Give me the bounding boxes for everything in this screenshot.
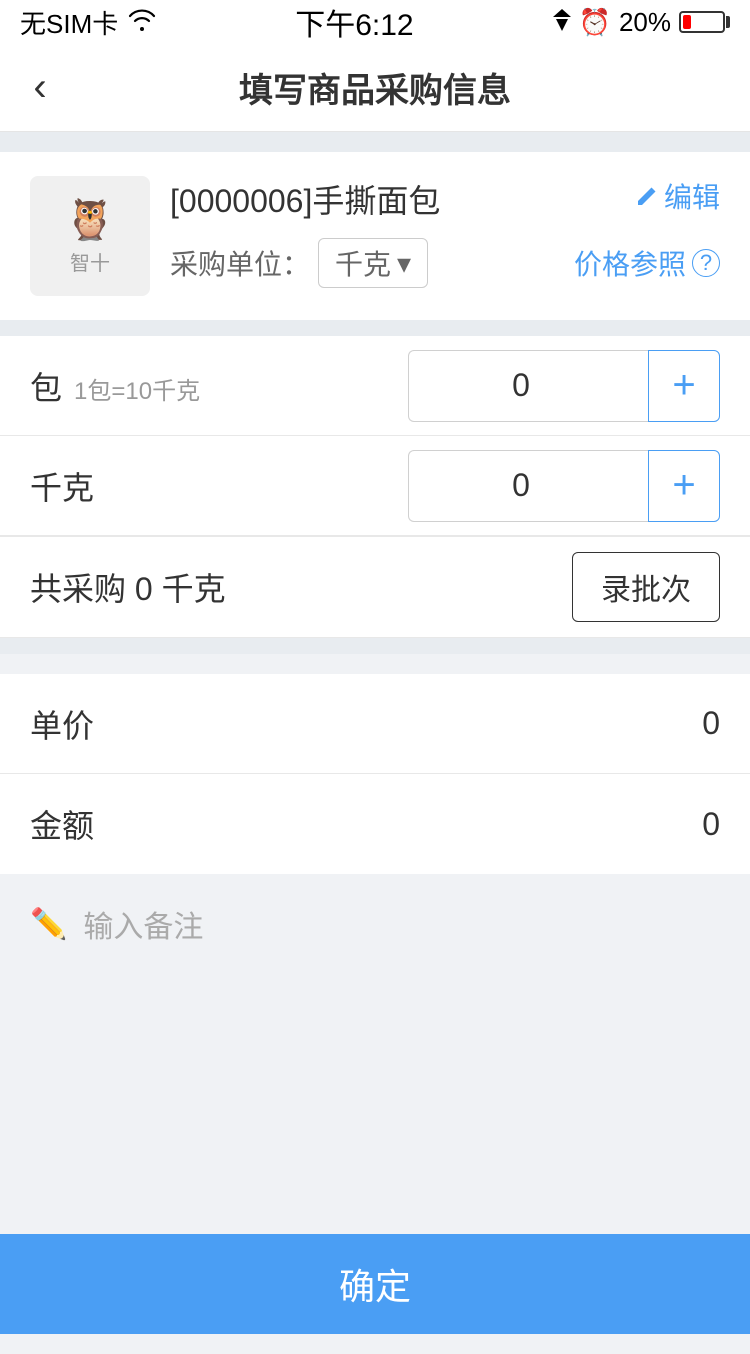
product-thumbnail: 🦉 智十	[30, 176, 150, 296]
content-spacer	[0, 974, 750, 1254]
chevron-down-icon: ▾	[397, 247, 411, 280]
quantity-section: 包 1包=10千克 + 千克 +	[0, 336, 750, 536]
nav-bar: ‹ 填写商品采购信息	[0, 44, 750, 132]
battery-icon	[679, 11, 730, 33]
record-batch-button[interactable]: 录批次	[572, 552, 720, 622]
summary-row: 共采购 0 千克 录批次	[0, 537, 750, 637]
amount-value: 0	[702, 806, 720, 843]
page-title: 填写商品采购信息	[239, 63, 511, 112]
status-bar-time: 下午6:12	[295, 0, 413, 44]
bag-plus-button[interactable]: +	[648, 350, 720, 422]
help-icon: ?	[692, 249, 720, 277]
bag-row: 包 1包=10千克 +	[0, 336, 750, 436]
product-name: [0000006]手撕面包	[170, 176, 440, 222]
product-owl-label: 智十	[70, 247, 110, 276]
unit-price-row: 单价 0	[0, 674, 750, 774]
bag-unit-note: 1包=10千克	[74, 371, 200, 406]
unit-price-label: 单价	[30, 701, 94, 747]
pencil-icon: ✏️	[30, 907, 67, 942]
unit-label: 采购单位： 千克 ▾	[170, 238, 428, 288]
amount-label: 金额	[30, 801, 94, 847]
summary-text: 共采购 0 千克	[30, 564, 226, 610]
status-bar-left: 无SIM卡	[20, 4, 156, 41]
notes-section[interactable]: ✏️ 输入备注	[0, 874, 750, 974]
back-button[interactable]: ‹	[0, 44, 80, 132]
gps-icon	[553, 7, 571, 38]
wifi-icon	[128, 7, 156, 38]
kg-plus-button[interactable]: +	[648, 450, 720, 522]
product-card: 🦉 智十 [0000006]手撕面包 编辑 采购单位： 千克 ▾	[0, 152, 750, 320]
notes-placeholder: 输入备注	[83, 902, 203, 946]
pricing-section: 单价 0 金额 0	[0, 674, 750, 874]
status-bar: 无SIM卡 下午6:12 ⏰ 20%	[0, 0, 750, 44]
section-divider-2	[0, 638, 750, 654]
product-owl-icon: 🦉	[65, 196, 115, 243]
top-divider	[0, 132, 750, 152]
kg-quantity-input[interactable]	[408, 450, 648, 522]
product-info: [0000006]手撕面包 编辑 采购单位： 千克 ▾ 价格参照 ?	[170, 176, 720, 288]
unit-dropdown[interactable]: 千克 ▾	[318, 238, 428, 288]
amount-row: 金额 0	[0, 774, 750, 874]
carrier-text: 无SIM卡	[20, 4, 118, 41]
battery-percent: 20%	[619, 7, 671, 38]
status-bar-right: ⏰ 20%	[553, 7, 730, 38]
kg-input-group: +	[150, 450, 720, 522]
price-reference-button[interactable]: 价格参照 ?	[574, 243, 720, 283]
alarm-icon: ⏰	[579, 7, 611, 38]
bag-label: 包 1包=10千克	[30, 363, 200, 409]
edit-button[interactable]: 编辑	[636, 176, 720, 216]
bag-quantity-input[interactable]	[408, 350, 648, 422]
unit-price-value: 0	[702, 705, 720, 742]
bag-input-group: +	[200, 350, 720, 422]
kg-row: 千克 +	[0, 436, 750, 536]
kg-label: 千克	[30, 463, 150, 509]
confirm-button[interactable]: 确定	[0, 1234, 750, 1334]
section-divider-1	[0, 320, 750, 336]
